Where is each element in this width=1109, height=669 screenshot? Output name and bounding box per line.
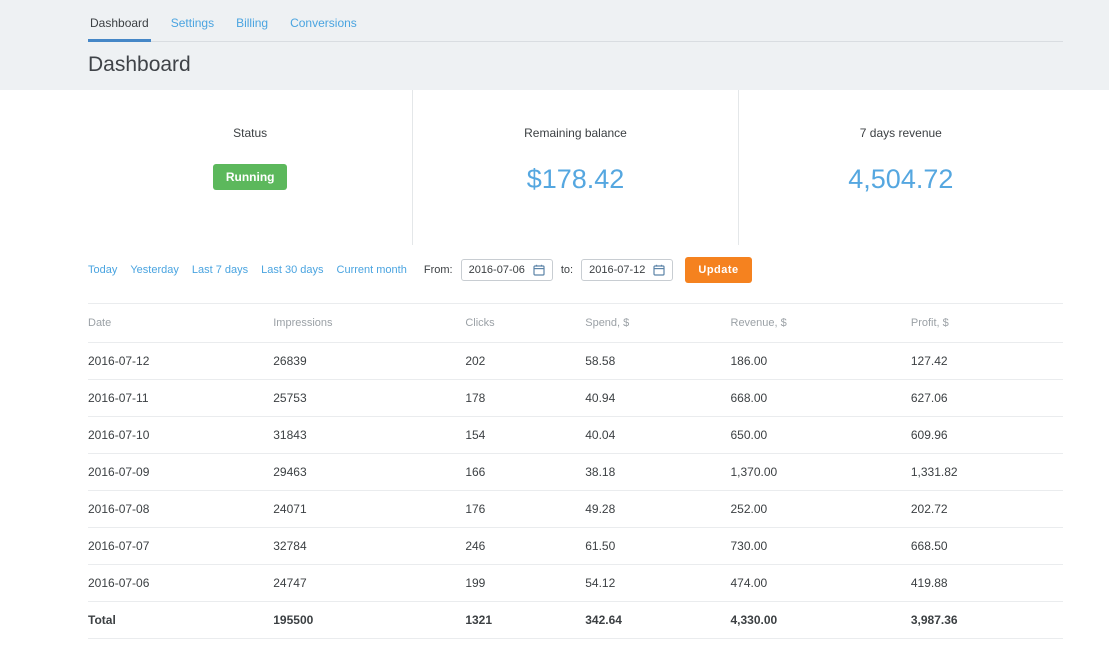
table-cell: 2016-07-12 (88, 342, 274, 380)
stats-row: Status Running Remaining balance $178.42… (88, 90, 1063, 245)
table-row: 2016-07-10 31843 154 40.04 650.00 609.96 (88, 416, 1063, 454)
table-cell: 24071 (273, 490, 466, 528)
calendar-icon (653, 264, 665, 276)
table-row: 2016-07-08 24071 176 49.28 252.00 202.72 (88, 490, 1063, 528)
table-cell: 178 (465, 379, 586, 417)
table-cell: 199 (465, 564, 586, 602)
table-cell: 29463 (273, 453, 466, 491)
column-header-impressions: Impressions (273, 303, 466, 343)
table-cell: 25753 (273, 379, 466, 417)
tab-bar: Dashboard Settings Billing Conversions (88, 14, 1063, 42)
table-total-row: Total 195500 1321 342.64 4,330.00 3,987.36 (88, 601, 1063, 639)
main-content: Status Running Remaining balance $178.42… (0, 90, 1109, 639)
stat-7-days-revenue-value: 4,504.72 (848, 164, 954, 194)
stat-remaining-balance-label: Remaining balance (524, 126, 627, 140)
stat-remaining-balance-value: $178.42 (526, 164, 625, 194)
table-header-row: Date Impressions Clicks Spend, $ Revenue… (88, 303, 1063, 343)
table-row: 2016-07-12 26839 202 58.58 186.00 127.42 (88, 342, 1063, 380)
column-header-profit: Profit, $ (910, 303, 1063, 343)
table-cell: 26839 (273, 342, 466, 380)
table-row: 2016-07-09 29463 166 38.18 1,370.00 1,331.82 (88, 453, 1063, 491)
quick-filter-current-month[interactable]: Current month (337, 264, 407, 276)
table-cell: 61.50 (585, 527, 731, 565)
table-cell: 49.28 (585, 490, 731, 528)
quick-filter-last-30-days[interactable]: Last 30 days (261, 264, 323, 276)
table-cell: 2016-07-06 (88, 564, 274, 602)
table-cell: 195500 (273, 601, 466, 639)
tab-billing[interactable]: Billing (234, 14, 270, 42)
table-cell: 40.04 (585, 416, 731, 454)
from-label: From: (423, 264, 453, 276)
table-cell: 202 (465, 342, 586, 380)
to-date-value: 2016-07-12 (589, 264, 646, 276)
table-cell: 2016-07-08 (88, 490, 274, 528)
header: Dashboard Settings Billing Conversions D… (0, 0, 1109, 90)
table-cell: 166 (465, 453, 586, 491)
table-cell: 2016-07-10 (88, 416, 274, 454)
table-cell: Total (88, 601, 274, 639)
table-cell: 668.00 (730, 379, 911, 417)
table-cell: 1,331.82 (910, 453, 1063, 491)
column-header-spend: Spend, $ (585, 303, 731, 343)
table-cell: 24747 (273, 564, 466, 602)
table-cell: 668.50 (910, 527, 1063, 565)
table-cell: 58.58 (585, 342, 731, 380)
table-cell: 3,987.36 (910, 601, 1063, 639)
table-cell: 2016-07-11 (88, 379, 274, 417)
table-cell: 1321 (465, 601, 586, 639)
table-cell: 4,330.00 (730, 601, 911, 639)
table-cell: 40.94 (585, 379, 731, 417)
table-cell: 38.18 (585, 453, 731, 491)
table-row: 2016-07-06 24747 199 54.12 474.00 419.88 (88, 564, 1063, 602)
table-body: 2016-07-12 26839 202 58.58 186.00 127.42 2016-… (88, 342, 1063, 639)
to-date-input[interactable]: 2016-07-12 (581, 259, 674, 281)
from-date-value: 2016-07-06 (468, 264, 525, 276)
table-cell: 2016-07-09 (88, 453, 274, 491)
table-cell: 176 (465, 490, 586, 528)
table-cell: 186.00 (730, 342, 911, 380)
table-cell: 246 (465, 527, 586, 565)
quick-filter-today[interactable]: Today (88, 264, 117, 276)
column-header-revenue: Revenue, $ (730, 303, 911, 343)
tab-conversions[interactable]: Conversions (288, 14, 359, 42)
table-cell: 474.00 (730, 564, 911, 602)
stat-7-days-revenue: 7 days revenue 4,504.72 (737, 90, 1063, 245)
table-cell: 154 (465, 416, 586, 454)
table-cell: 2016-07-07 (88, 527, 274, 565)
table-cell: 127.42 (910, 342, 1063, 380)
table-cell: 252.00 (730, 490, 911, 528)
table-cell: 650.00 (730, 416, 911, 454)
stat-status-label: Status (233, 126, 268, 140)
table-row: 2016-07-07 32784 246 61.50 730.00 668.50 (88, 527, 1063, 565)
filter-bar: Today Yesterday Last 7 days Last 30 days… (88, 257, 1063, 283)
stat-remaining-balance: Remaining balance $178.42 (412, 90, 737, 245)
tab-dashboard[interactable]: Dashboard (88, 14, 151, 42)
column-header-clicks: Clicks (465, 303, 586, 343)
table-row: 2016-07-11 25753 178 40.94 668.00 627.06 (88, 379, 1063, 417)
table-cell: 627.06 (910, 379, 1063, 417)
table-cell: 54.12 (585, 564, 731, 602)
from-date-input[interactable]: 2016-07-06 (460, 259, 553, 281)
table-cell: 31843 (273, 416, 466, 454)
calendar-icon (533, 264, 545, 276)
stat-status: Status Running (88, 90, 412, 245)
status-badge: Running (212, 164, 288, 190)
page-title: Dashboard (88, 53, 191, 76)
update-button[interactable]: Update (685, 257, 752, 283)
column-header-date: Date (88, 303, 274, 343)
table-cell: 730.00 (730, 527, 911, 565)
table-cell: 419.88 (910, 564, 1063, 602)
tab-settings[interactable]: Settings (169, 14, 216, 42)
table-cell: 609.96 (910, 416, 1063, 454)
quick-filter-yesterday[interactable]: Yesterday (130, 264, 179, 276)
stats-table: Date Impressions Clicks Spend, $ Revenue… (88, 303, 1063, 639)
table-cell: 1,370.00 (730, 453, 911, 491)
to-label: to: (560, 264, 574, 276)
quick-filter-last-7-days[interactable]: Last 7 days (192, 264, 248, 276)
table-cell: 32784 (273, 527, 466, 565)
page: Dashboard Settings Billing Conversions D… (0, 0, 1109, 639)
stat-7-days-revenue-label: 7 days revenue (859, 126, 942, 140)
table-cell: 342.64 (585, 601, 731, 639)
table-cell: 202.72 (910, 490, 1063, 528)
